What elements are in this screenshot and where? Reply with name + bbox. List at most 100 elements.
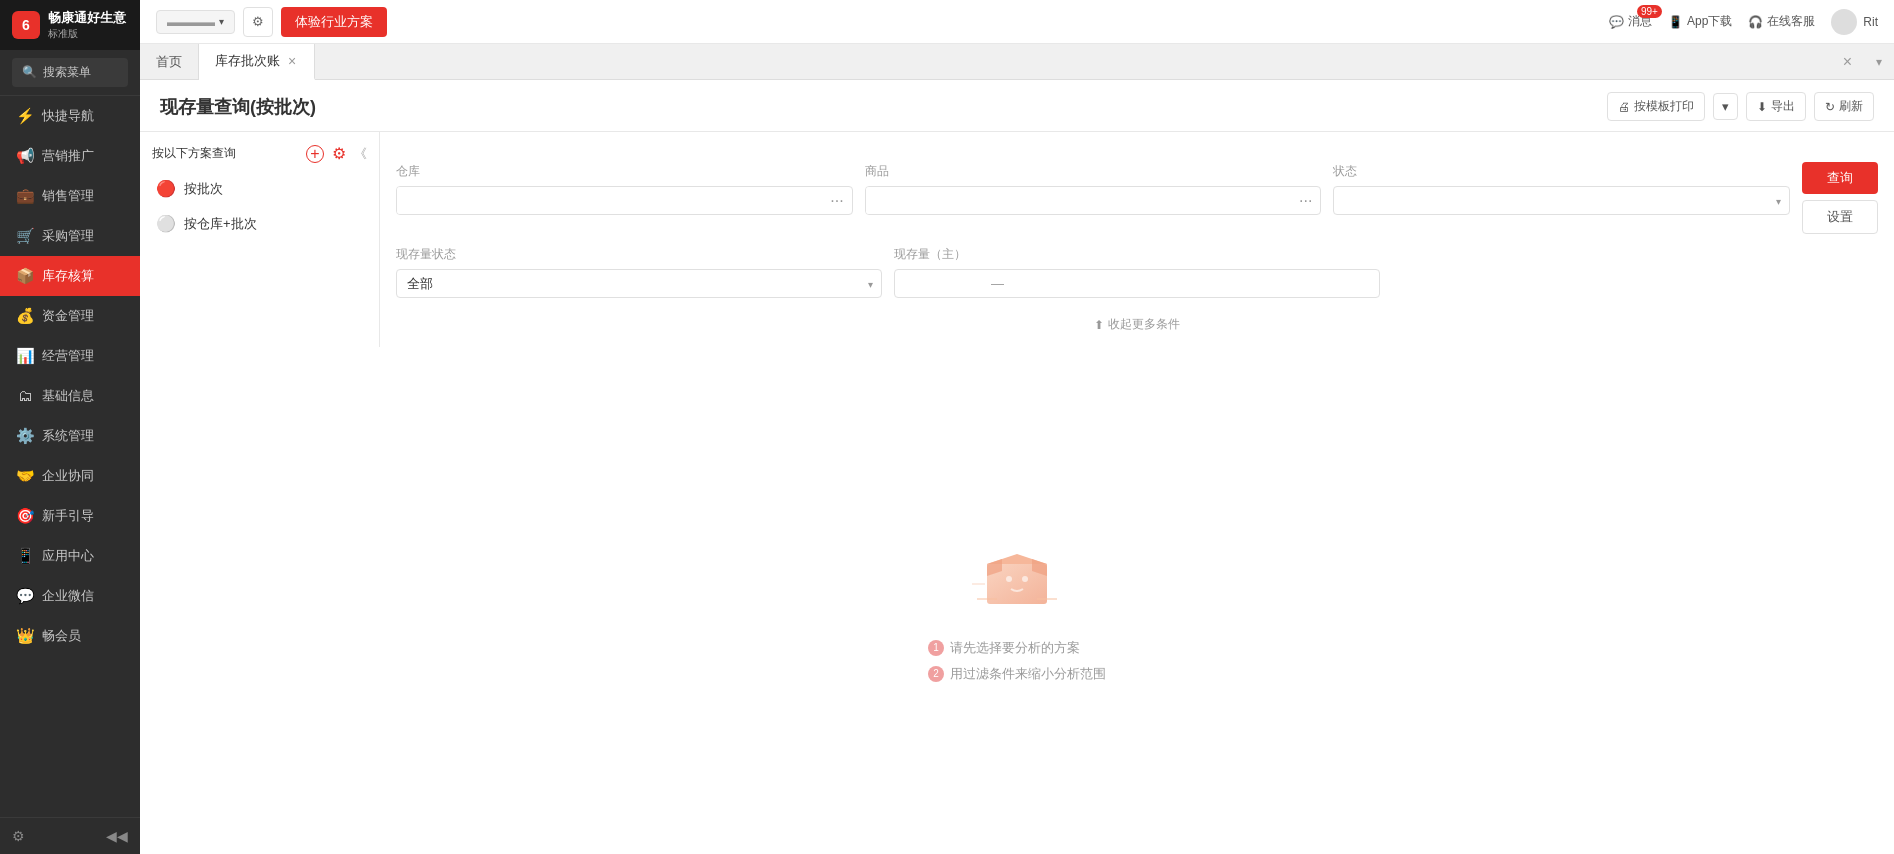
qty-range-dash: —: [991, 276, 1004, 291]
topbar-right: 💬 消息 99+ 📱 App下载 🎧 在线客服 Rit: [1609, 9, 1878, 35]
product-label: 商品: [865, 163, 1322, 180]
sidebar-item-wechat[interactable]: 💬 企业微信: [0, 576, 140, 616]
enterprise-icon: 🤝: [16, 467, 34, 485]
scheme-settings-button[interactable]: ⚙: [332, 144, 346, 163]
query-button[interactable]: 查询: [1802, 162, 1878, 194]
sidebar-item-sales[interactable]: 💼 销售管理: [0, 176, 140, 216]
quicknav-icon: ⚡: [16, 107, 34, 125]
system-icon: ⚙️: [16, 427, 34, 445]
topbar-settings-button[interactable]: ⚙: [243, 7, 273, 37]
sidebar-item-system[interactable]: ⚙️ 系统管理: [0, 416, 140, 456]
newguide-icon: 🎯: [16, 507, 34, 525]
page-actions: 🖨 按模板打印 ▾ ⬇ 导出 ↻ 刷新: [1607, 92, 1874, 121]
message-action[interactable]: 💬 消息 99+: [1609, 13, 1652, 30]
chevron-icon: ▾: [1876, 55, 1882, 69]
filter-group-status: 状态 ▾: [1333, 163, 1790, 215]
warehouse-more-button[interactable]: ···: [822, 193, 851, 209]
filter-group-qty-range: 现存量（主） —: [894, 246, 1380, 298]
sidebar-item-newguide[interactable]: 🎯 新手引导: [0, 496, 140, 536]
collapse-sidebar-button[interactable]: ◀◀: [106, 828, 128, 844]
collapse-more-button[interactable]: ⬆ 收起更多条件: [1094, 316, 1180, 333]
tip-num-2: 2: [928, 666, 944, 682]
company-selector[interactable]: ▬▬▬▬ ▾: [156, 10, 235, 34]
scheme-inactive-icon: ⚪: [156, 214, 176, 233]
topbar: ▬▬▬▬ ▾ ⚙ 体验行业方案 💬 消息 99+ 📱 App下载 🎧 在线客服: [140, 0, 1894, 44]
scheme-item-by-batch[interactable]: 🔴 按批次: [140, 171, 379, 206]
scheme-active-icon: 🔴: [156, 179, 176, 198]
user-area[interactable]: Rit: [1831, 9, 1878, 35]
sidebar-item-operations[interactable]: 📊 经营管理: [0, 336, 140, 376]
inventory-status-label: 现存量状态: [396, 246, 882, 263]
page-title-row: 现存量查询(按批次) 🖨 按模板打印 ▾ ⬇ 导出 ↻ 刷: [160, 92, 1874, 131]
sidebar-item-purchase[interactable]: 🛒 采购管理: [0, 216, 140, 256]
tab-inventory-batch[interactable]: 库存批次账 ×: [199, 44, 315, 80]
purchase-icon: 🛒: [16, 227, 34, 245]
refresh-button[interactable]: ↻ 刷新: [1814, 92, 1874, 121]
collapse-filter-button[interactable]: 《: [354, 145, 367, 163]
topbar-left: ▬▬▬▬ ▾ ⚙ 体验行业方案: [156, 7, 1601, 37]
sidebar-item-inventory[interactable]: 📦 库存核算: [0, 256, 140, 296]
settings-footer-button[interactable]: ⚙: [12, 828, 25, 844]
app-download-action[interactable]: 📱 App下载: [1668, 13, 1732, 30]
sidebar-item-enterprise[interactable]: 🤝 企业协同: [0, 456, 140, 496]
status-select[interactable]: [1334, 187, 1789, 214]
tip-num-1: 1: [928, 640, 944, 656]
trial-button[interactable]: 体验行业方案: [281, 7, 387, 37]
page-header: 现存量查询(按批次) 🖨 按模板打印 ▾ ⬇ 导出 ↻ 刷: [140, 80, 1894, 132]
scheme-label-batch: 按批次: [184, 180, 223, 198]
svg-point-1: [1006, 576, 1012, 582]
scheme-label-warehouse-batch: 按仓库+批次: [184, 215, 257, 233]
online-service-action[interactable]: 🎧 在线客服: [1748, 13, 1815, 30]
main-area: ▬▬▬▬ ▾ ⚙ 体验行业方案 💬 消息 99+ 📱 App下载 🎧 在线客服: [140, 0, 1894, 854]
basics-icon: 🗂: [16, 387, 34, 404]
tab-menu[interactable]: ▾: [1864, 44, 1894, 79]
tab-home[interactable]: 首页: [140, 44, 199, 79]
sidebar-item-marketing[interactable]: 📢 营销推广: [0, 136, 140, 176]
sidebar-item-member[interactable]: 👑 畅会员: [0, 616, 140, 656]
product-more-button[interactable]: ···: [1291, 193, 1320, 209]
filter-sidebar: 按以下方案查询 + ⚙ 《 🔴 按批次: [140, 132, 380, 347]
sidebar-item-quicknav[interactable]: ⚡ 快捷导航: [0, 96, 140, 136]
tab-extra-close[interactable]: ×: [1831, 44, 1864, 79]
search-icon: 🔍: [22, 65, 37, 79]
inventory-icon: 📦: [16, 267, 34, 285]
message-icon: 💬: [1609, 15, 1624, 29]
sidebar-footer: ⚙ ◀◀: [0, 817, 140, 854]
sales-icon: 💼: [16, 187, 34, 205]
page-content: 现存量查询(按批次) 🖨 按模板打印 ▾ ⬇ 导出 ↻ 刷: [140, 80, 1894, 854]
empty-tip-1: 1 请先选择要分析的方案: [928, 639, 1106, 657]
qty-to-input[interactable]: [1010, 276, 1090, 291]
print-template-button[interactable]: 🖨 按模板打印: [1607, 92, 1705, 121]
scheme-item-by-warehouse-batch[interactable]: ⚪ 按仓库+批次: [140, 206, 379, 241]
user-name: Rit: [1863, 15, 1878, 29]
export-icon: ⬇: [1757, 100, 1767, 114]
gear-icon: ⚙: [332, 144, 346, 163]
svg-point-2: [1022, 576, 1028, 582]
close-icon: ×: [1843, 53, 1852, 71]
empty-tip-2: 2 用过滤条件来缩小分析范围: [928, 665, 1106, 683]
tab-close-inventory-batch[interactable]: ×: [286, 53, 298, 69]
collapse-row: ⬆ 收起更多条件: [396, 310, 1878, 335]
print-dropdown-button[interactable]: ▾: [1713, 93, 1738, 120]
add-scheme-button[interactable]: +: [306, 145, 324, 163]
empty-illustration: [967, 519, 1067, 619]
product-input[interactable]: [866, 187, 1291, 214]
finance-icon: 💰: [16, 307, 34, 325]
warehouse-input[interactable]: [397, 187, 822, 214]
member-icon: 👑: [16, 627, 34, 645]
nav-menu: ⚡ 快捷导航 📢 营销推广 💼 销售管理 🛒 采购管理 📦 库存核算 💰 资金管…: [0, 96, 140, 817]
company-selector-text: ▬▬▬▬: [167, 15, 215, 29]
sidebar-item-basics[interactable]: 🗂 基础信息: [0, 376, 140, 416]
settings-action-button[interactable]: 设置: [1802, 200, 1878, 234]
qty-range-label: 现存量（主）: [894, 246, 1380, 263]
inventory-status-select[interactable]: 全部 有库存 无库存: [397, 270, 881, 297]
sidebar-item-finance[interactable]: 💰 资金管理: [0, 296, 140, 336]
qty-from-input[interactable]: [905, 276, 985, 291]
export-button[interactable]: ⬇ 导出: [1746, 92, 1806, 121]
filter-area: 按以下方案查询 + ⚙ 《 🔴 按批次: [140, 132, 1894, 347]
search-menu-button[interactable]: 🔍 搜索菜单: [12, 58, 128, 87]
warehouse-input-wrap: ···: [396, 186, 853, 215]
filter-group-product: 商品 ···: [865, 163, 1322, 215]
status-select-wrap: ▾: [1333, 186, 1790, 215]
sidebar-item-appcenter[interactable]: 📱 应用中心: [0, 536, 140, 576]
